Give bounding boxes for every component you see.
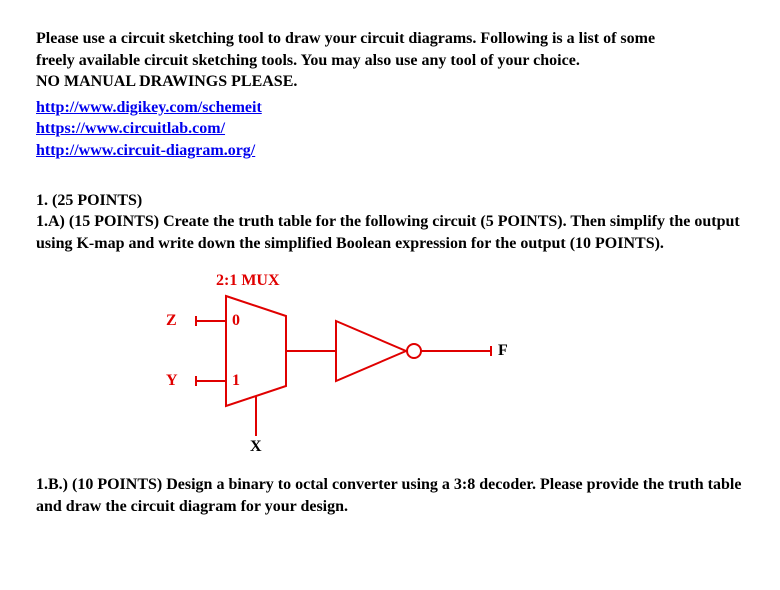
output-f-label: F: [498, 342, 508, 360]
tool-links: http://www.digikey.com/schemeit https://…: [36, 97, 744, 162]
input-y-label: Y: [166, 372, 178, 390]
link-digikey[interactable]: http://www.digikey.com/schemeit: [36, 97, 744, 119]
intro-line-1: Please use a circuit sketching tool to d…: [36, 30, 655, 47]
select-x-label: X: [250, 438, 262, 456]
circuit-diagram: 2:1 MUX Z Y 0 1 X F: [156, 266, 536, 456]
q1b-text: 1.B.) (10 POINTS) Design a binary to oct…: [36, 474, 744, 517]
intro-line-3: NO MANUAL DRAWINGS PLEASE.: [36, 73, 297, 90]
q1a-text: 1.A) (15 POINTS) Create the truth table …: [36, 211, 744, 254]
port-0-label: 0: [232, 312, 240, 330]
intro-paragraph: Please use a circuit sketching tool to d…: [36, 28, 744, 93]
intro-line-2: freely available circuit sketching tools…: [36, 52, 580, 69]
link-circuit-diagram[interactable]: http://www.circuit-diagram.org/: [36, 140, 744, 162]
input-z-label: Z: [166, 312, 177, 330]
circuit-svg: [156, 266, 536, 456]
port-1-label: 1: [232, 372, 240, 390]
q1-header: 1. (25 POINTS): [36, 190, 744, 212]
mux-title-label: 2:1 MUX: [216, 272, 280, 290]
link-circuitlab[interactable]: https://www.circuitlab.com/: [36, 118, 744, 140]
